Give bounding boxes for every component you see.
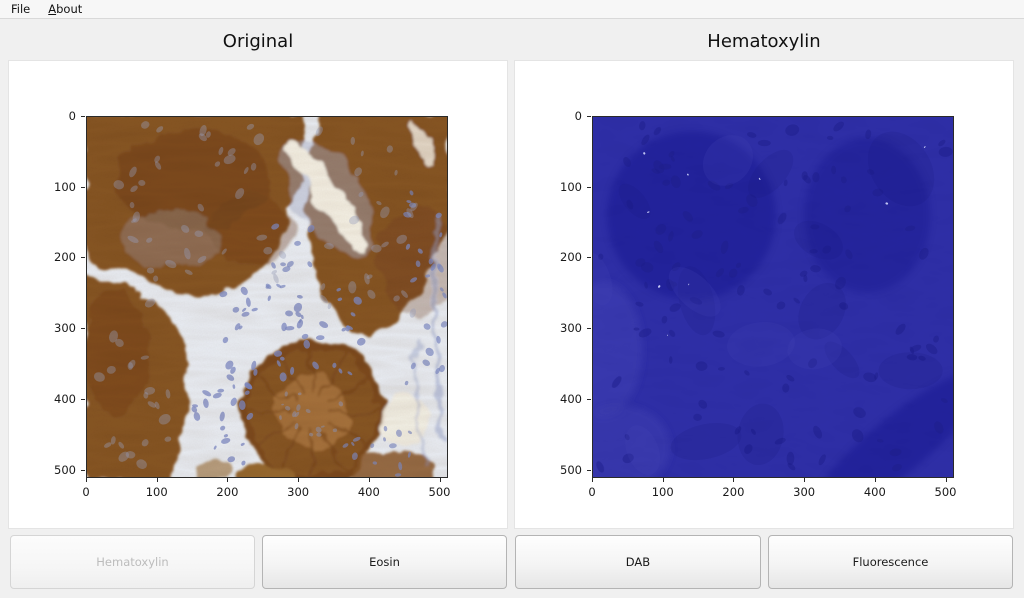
y-tick-label: 200 — [560, 250, 582, 265]
x-tick-label: 500 — [934, 485, 957, 499]
x-tick-mark — [156, 478, 158, 482]
y-tick-label: 100 — [54, 179, 76, 194]
x-tick-label: 300 — [287, 485, 310, 499]
y-tick-label: 400 — [560, 391, 582, 406]
x-tick-mark — [733, 478, 735, 482]
y-tick-mark — [587, 257, 591, 259]
x-tick-label: 0 — [82, 485, 90, 499]
x-tick-label: 400 — [863, 485, 886, 499]
x-tick-mark — [86, 478, 87, 482]
x-tick-label: 100 — [145, 485, 168, 499]
ihc-image — [86, 116, 448, 478]
y-tick-label: 300 — [560, 321, 582, 336]
y-tick-label: 200 — [54, 250, 76, 265]
x-tick-label: 500 — [428, 485, 451, 499]
y-tick-mark — [81, 116, 85, 117]
y-tick-mark — [587, 398, 591, 400]
y-tick-label: 500 — [54, 462, 76, 477]
y-tick-mark — [587, 328, 591, 330]
ihc-image-canvas — [87, 117, 447, 477]
y-tick-label: 100 — [560, 179, 582, 194]
hematoxylin-channel-image — [592, 116, 954, 478]
y-tick-label: 500 — [560, 462, 582, 477]
y-tick-mark — [587, 116, 591, 117]
y-tick-label: 400 — [54, 391, 76, 406]
right-panel: 0 100 200 300 400 500 0 100 200 300 400 500 — [514, 60, 1014, 529]
menu-about[interactable]: About — [39, 2, 91, 16]
original-figure: 0 100 200 300 400 500 0 100 200 300 400 500 — [9, 61, 507, 528]
menu-file[interactable]: File — [2, 2, 39, 16]
x-tick-mark — [368, 478, 370, 482]
x-tick-mark — [592, 478, 593, 482]
hematoxylin-figure: 0 100 200 300 400 500 0 100 200 300 400 500 — [515, 61, 1013, 528]
x-tick-mark — [298, 478, 300, 482]
y-tick-label: 300 — [54, 321, 76, 336]
x-tick-mark — [227, 478, 229, 482]
hematoxylin-image-canvas — [593, 117, 953, 477]
y-tick-mark — [81, 328, 85, 330]
left-panel: 0 100 200 300 400 500 0 100 200 300 400 500 — [8, 60, 508, 529]
y-tick-label: 0 — [574, 109, 582, 123]
y-tick-mark — [81, 469, 85, 471]
x-tick-mark — [662, 478, 664, 482]
fluorescence-button[interactable]: Fluorescence — [768, 535, 1013, 589]
menu-about-accelerator: A — [48, 2, 57, 16]
y-tick-mark — [587, 469, 591, 471]
hematoxylin-button[interactable]: Hematoxylin — [10, 535, 255, 589]
x-tick-label: 0 — [588, 485, 596, 499]
y-tick-mark — [587, 186, 591, 188]
y-tick-mark — [81, 398, 85, 400]
x-tick-label: 200 — [216, 485, 239, 499]
dab-button[interactable]: DAB — [515, 535, 761, 589]
x-tick-mark — [804, 478, 806, 482]
x-tick-mark — [439, 478, 441, 482]
right-panel-title: Hematoxylin — [707, 31, 821, 52]
y-tick-mark — [81, 186, 85, 188]
eosin-button[interactable]: Eosin — [262, 535, 507, 589]
app-window: File About Original Hematoxylin 0 100 20… — [0, 0, 1024, 598]
y-tick-label: 0 — [68, 109, 76, 123]
x-tick-label: 400 — [357, 485, 380, 499]
x-tick-label: 100 — [651, 485, 674, 499]
x-tick-label: 300 — [793, 485, 816, 499]
left-panel-title: Original — [222, 31, 294, 52]
menu-about-rest: bout — [56, 2, 83, 16]
menubar: File About — [0, 0, 1024, 19]
y-tick-mark — [81, 257, 85, 259]
x-tick-label: 200 — [722, 485, 745, 499]
x-tick-mark — [945, 478, 947, 482]
x-tick-mark — [874, 478, 876, 482]
